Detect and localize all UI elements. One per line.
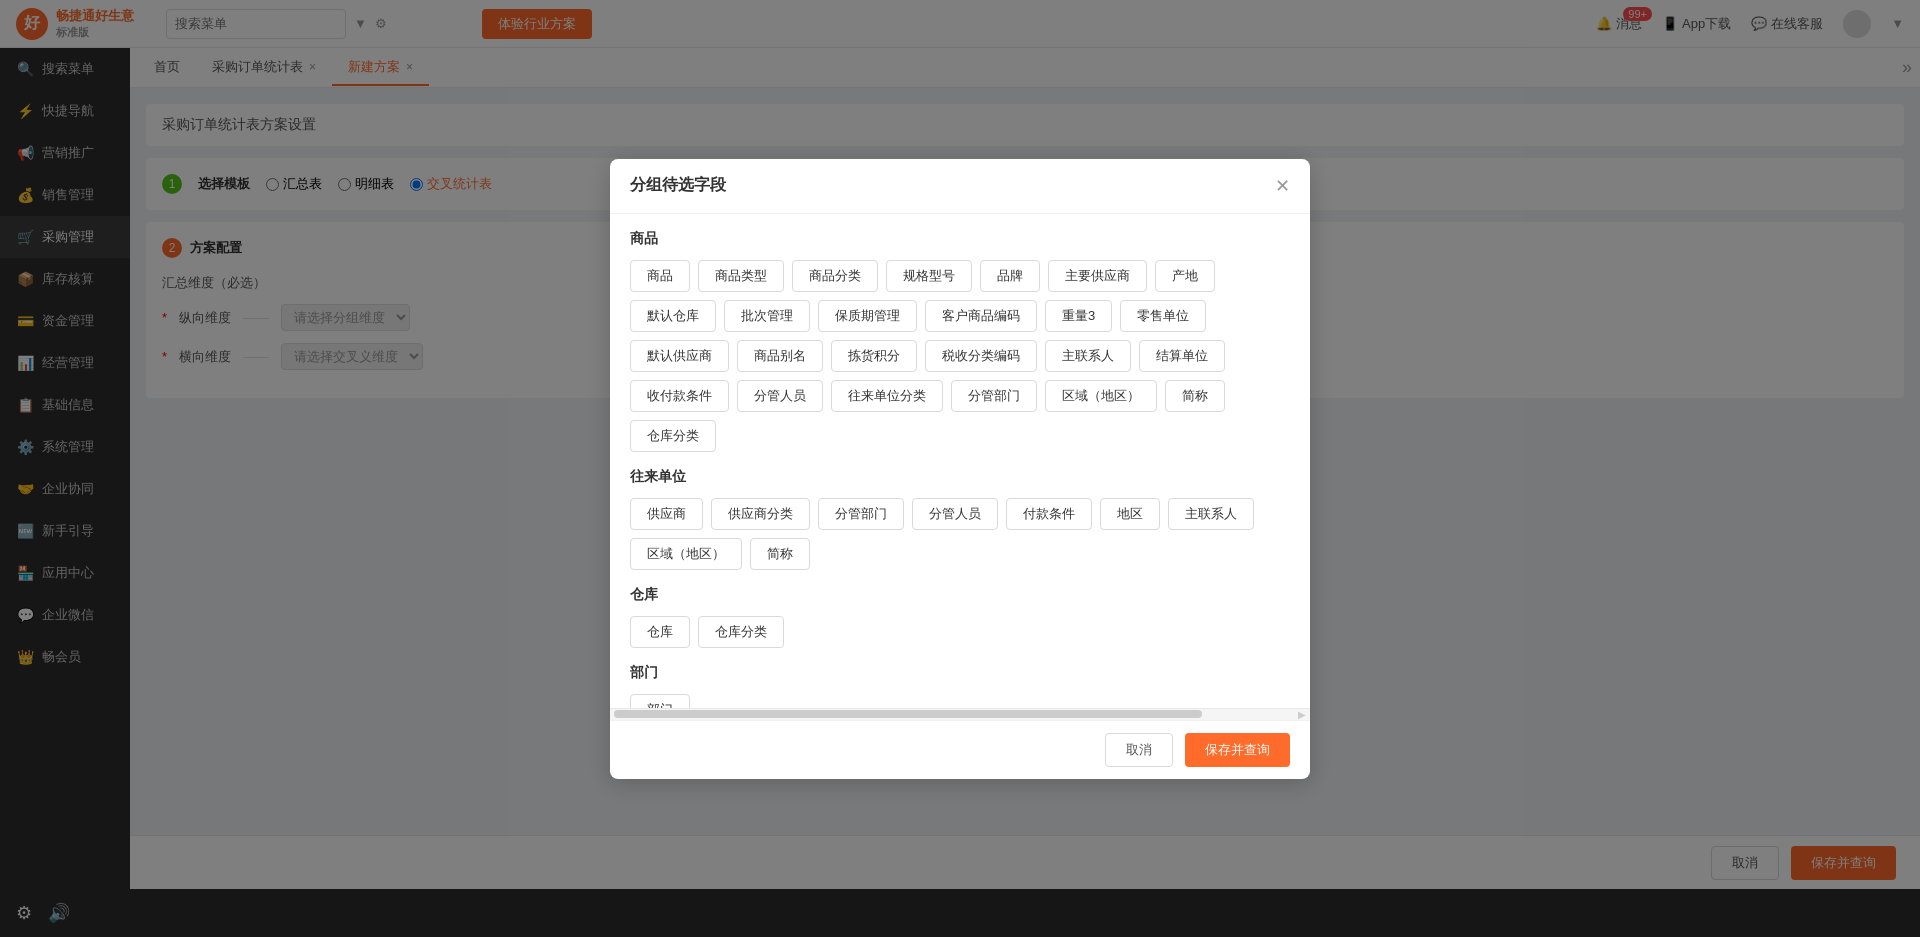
tag-counterpart-cat[interactable]: 往来单位分类: [831, 380, 943, 412]
section-product: 商品 商品 商品类型 商品分类 规格型号 品牌 主要供应商 产地 默认仓库: [630, 230, 1290, 452]
modal-title: 分组待选字段: [630, 175, 726, 196]
tag-person-supervisor[interactable]: 分管人员: [912, 498, 998, 530]
tag-payment-condition[interactable]: 付款条件: [1006, 498, 1092, 530]
tag-warehouse-category[interactable]: 仓库分类: [698, 616, 784, 648]
hscroll-arrow-right[interactable]: ▶: [1298, 709, 1306, 720]
tag-batch-mgmt[interactable]: 批次管理: [724, 300, 810, 332]
tag-default-warehouse[interactable]: 默认仓库: [630, 300, 716, 332]
section-warehouse-tags: 仓库 仓库分类: [630, 616, 1290, 648]
tag-main-contact2[interactable]: 主联系人: [1168, 498, 1254, 530]
modal-hscrollbar-thumb: [614, 710, 1202, 718]
section-dept: 部门 部门: [630, 664, 1290, 708]
section-counterpart: 往来单位 供应商 供应商分类 分管部门 分管人员 付款条件 地区 主联系人 区: [630, 468, 1290, 570]
section-counterpart-tags: 供应商 供应商分类 分管部门 分管人员 付款条件 地区 主联系人 区域（地区） …: [630, 498, 1290, 570]
tag-supplier[interactable]: 供应商: [630, 498, 703, 530]
tag-product[interactable]: 商品: [630, 260, 690, 292]
tag-region[interactable]: 区域（地区）: [1045, 380, 1157, 412]
section-dept-title: 部门: [630, 664, 1290, 682]
modal-cancel-btn[interactable]: 取消: [1105, 733, 1173, 767]
tag-product-type[interactable]: 商品类型: [698, 260, 784, 292]
modal-overlay: 分组待选字段 ✕ 商品 商品 商品类型 商品分类: [130, 88, 1920, 835]
tag-short-name2[interactable]: 简称: [750, 538, 810, 570]
tag-dept-mgr[interactable]: 分管部门: [951, 380, 1037, 412]
modal-footer: 取消 保存并查询: [610, 720, 1310, 779]
tag-brand[interactable]: 品牌: [980, 260, 1040, 292]
tag-settle-unit[interactable]: 结算单位: [1139, 340, 1225, 372]
tag-dept-supervisor[interactable]: 分管部门: [818, 498, 904, 530]
modal-header: 分组待选字段 ✕: [610, 159, 1310, 214]
tag-payment-terms[interactable]: 收付款条件: [630, 380, 729, 412]
section-dept-tags: 部门: [630, 694, 1290, 708]
tag-short-name[interactable]: 简称: [1165, 380, 1225, 412]
page-content: 采购订单统计表方案设置 1 选择模板 汇总表 明细表 交叉统计表: [130, 88, 1920, 835]
field-select-modal: 分组待选字段 ✕ 商品 商品 商品类型 商品分类: [610, 159, 1310, 779]
tag-customer-code[interactable]: 客户商品编码: [925, 300, 1037, 332]
tag-spec-model[interactable]: 规格型号: [886, 260, 972, 292]
tag-warehouse-cat[interactable]: 仓库分类: [630, 420, 716, 452]
modal-confirm-btn[interactable]: 保存并查询: [1185, 733, 1290, 767]
modal-body: 商品 商品 商品类型 商品分类 规格型号 品牌 主要供应商 产地 默认仓库: [610, 214, 1310, 708]
section-warehouse: 仓库 仓库 仓库分类: [630, 586, 1290, 648]
tag-product-category[interactable]: 商品分类: [792, 260, 878, 292]
tag-expiry-mgmt[interactable]: 保质期管理: [818, 300, 917, 332]
section-counterpart-title: 往来单位: [630, 468, 1290, 486]
tag-weight[interactable]: 重量3: [1045, 300, 1112, 332]
modal-hscrollbar[interactable]: ▶: [610, 708, 1310, 720]
section-product-tags: 商品 商品类型 商品分类 规格型号 品牌 主要供应商 产地 默认仓库 批次管理: [630, 260, 1290, 452]
tag-dept[interactable]: 部门: [630, 694, 690, 708]
tag-supplier-cat[interactable]: 供应商分类: [711, 498, 810, 530]
tag-retail-unit[interactable]: 零售单位: [1120, 300, 1206, 332]
modal-close-btn[interactable]: ✕: [1275, 175, 1290, 197]
tag-warehouse[interactable]: 仓库: [630, 616, 690, 648]
tag-main-contact[interactable]: 主联系人: [1045, 340, 1131, 372]
tag-supervisor[interactable]: 分管人员: [737, 380, 823, 412]
tag-origin[interactable]: 产地: [1155, 260, 1215, 292]
tag-main-supplier[interactable]: 主要供应商: [1048, 260, 1147, 292]
tag-product-alias[interactable]: 商品别名: [737, 340, 823, 372]
tag-region2[interactable]: 区域（地区）: [630, 538, 742, 570]
tag-default-supplier[interactable]: 默认供应商: [630, 340, 729, 372]
content-area: 首页 采购订单统计表 × 新建方案 × » 采购订单统计表方案设置 1: [130, 48, 1920, 889]
tag-pick-points[interactable]: 拣货积分: [831, 340, 917, 372]
section-warehouse-title: 仓库: [630, 586, 1290, 604]
tag-district[interactable]: 地区: [1100, 498, 1160, 530]
tag-tax-code[interactable]: 税收分类编码: [925, 340, 1037, 372]
section-product-title: 商品: [630, 230, 1290, 248]
